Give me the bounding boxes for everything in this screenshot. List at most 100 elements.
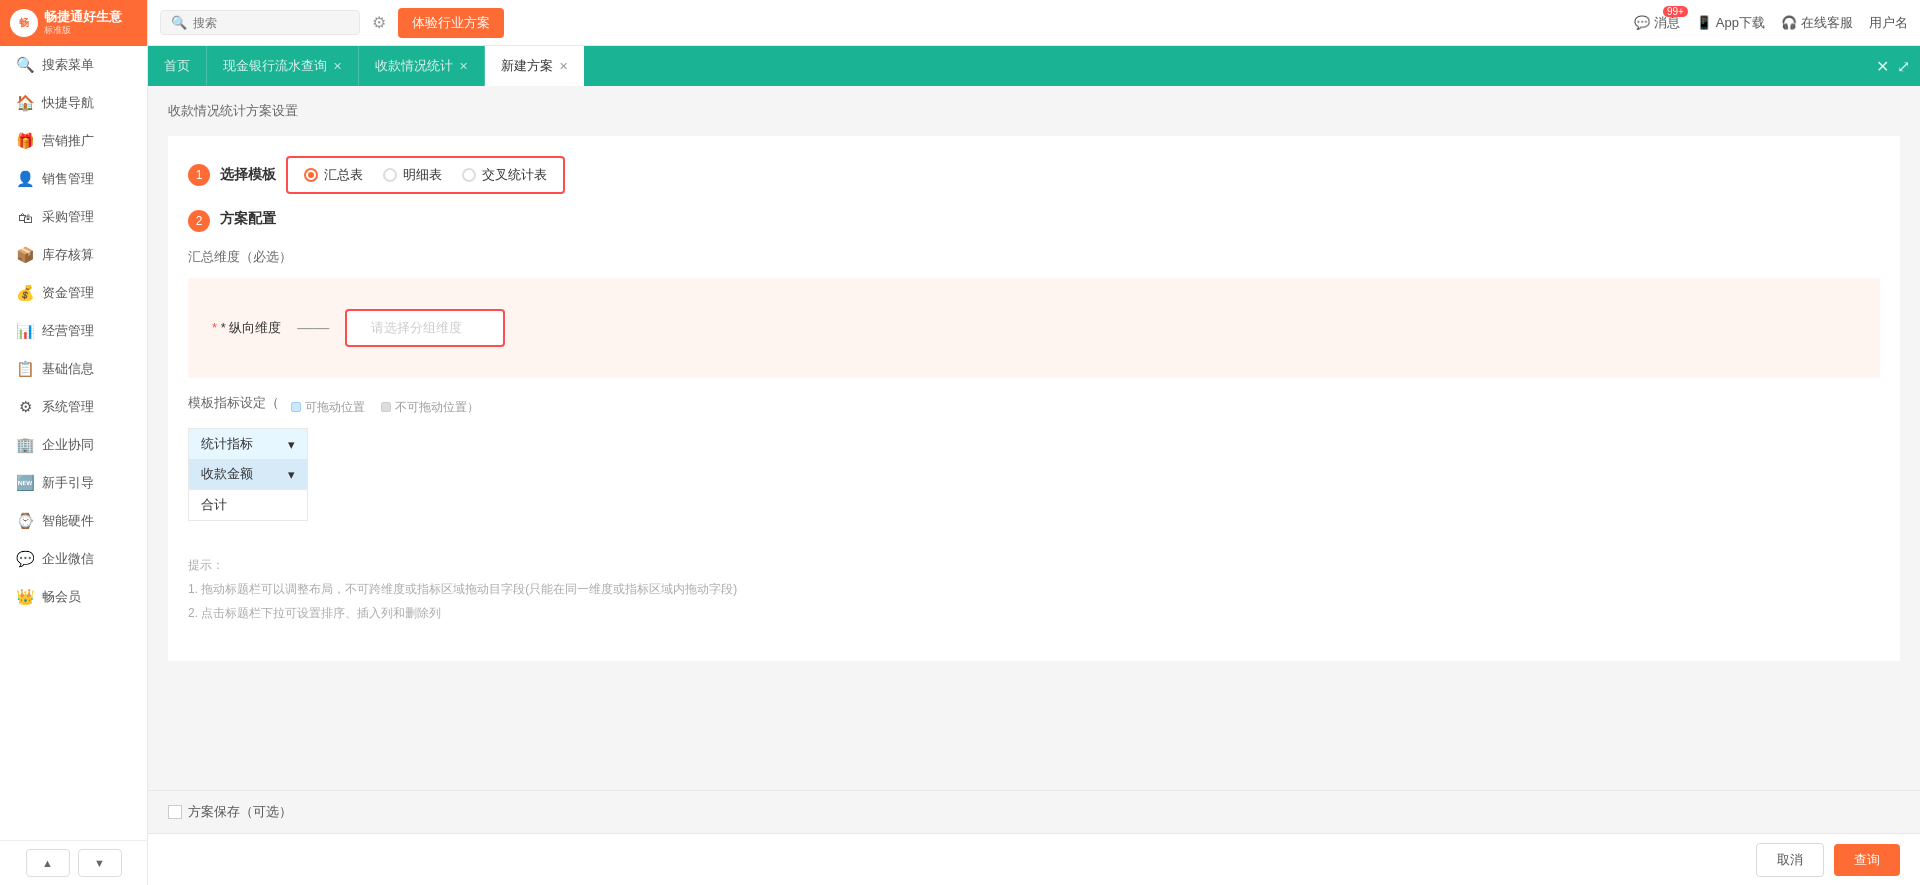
save-checkbox-box[interactable] [168,805,182,819]
tabs-actions: ✕ ⤢ [1866,46,1920,86]
sidebar-item-wechat[interactable]: 💬 企业微信 [0,540,147,578]
sidebar-item-system[interactable]: ⚙ 系统管理 [0,388,147,426]
search-input[interactable] [193,16,333,30]
column-dropdown-icon: ▾ [288,437,295,452]
logo-name: 畅捷通好生意 [44,9,122,25]
service-label: 在线客服 [1801,14,1853,32]
topbar-search-box[interactable]: 🔍 [160,10,360,35]
sidebar-item-marketing[interactable]: 🎁 营销推广 [0,122,147,160]
legend-fixed: 不可拖动位置） [381,399,479,416]
step2-row: 2 方案配置 [188,210,1880,232]
radio-summary[interactable]: 汇总表 [304,166,363,184]
download-icon: 📱 [1696,15,1712,30]
radio-detail[interactable]: 明细表 [383,166,442,184]
sidebar-label-inventory: 库存核算 [42,246,94,264]
metrics-table: 统计指标 ▾ 收款金额 ▾ 合计 [188,428,308,521]
search-icon: 🔍 [171,15,187,30]
service-button[interactable]: 🎧 在线客服 [1781,14,1853,32]
legend-draggable: 可拖动位置 [291,399,365,416]
inventory-icon: 📦 [16,246,34,264]
sidebar-bottom-btn1[interactable]: ▲ [26,849,70,877]
draggable-dot [291,402,301,412]
sidebar-item-guide[interactable]: 🆕 新手引导 [0,464,147,502]
tab-new-scheme-close[interactable]: ✕ [559,60,568,73]
metrics-row-header[interactable]: 收款金额 ▾ [189,459,307,489]
tab-close-window-icon[interactable]: ✕ [1876,57,1889,76]
sidebar-item-sales[interactable]: 👤 销售管理 [0,160,147,198]
sidebar-label-search-menu: 搜索菜单 [42,56,94,74]
service-icon: 🎧 [1781,15,1797,30]
bottom-area: 方案保存（可选） [148,790,1920,833]
download-button[interactable]: 📱 App下载 [1696,14,1765,32]
download-label: App下载 [1716,14,1765,32]
radio-detail-label: 明细表 [403,166,442,184]
sidebar-label-sales: 销售管理 [42,170,94,188]
sidebar-item-finance[interactable]: 💰 资金管理 [0,274,147,312]
sidebar-bottom: ▲ ▼ [0,840,147,885]
radio-cross[interactable]: 交叉统计表 [462,166,547,184]
dim-arrow: —— [297,319,329,337]
radio-cross-label: 交叉统计表 [482,166,547,184]
dim-required: * [212,320,217,335]
tab-home[interactable]: 首页 [148,46,207,86]
sidebar-item-quick-nav[interactable]: 🏠 快捷导航 [0,84,147,122]
sidebar-label-purchase: 采购管理 [42,208,94,226]
tab-bank[interactable]: 现金银行流水查询 ✕ [207,46,359,86]
sidebar-bottom-btn2[interactable]: ▼ [78,849,122,877]
member-icon: 👑 [16,588,34,606]
tab-bank-close[interactable]: ✕ [333,60,342,73]
system-icon: ⚙ [16,398,34,416]
message-badge: 99+ [1663,6,1688,17]
legend-draggable-label: 可拖动位置 [305,399,365,416]
sidebar-item-purchase[interactable]: 🛍 采购管理 [0,198,147,236]
operations-icon: 📊 [16,322,34,340]
sidebar-item-hardware[interactable]: ⌚ 智能硬件 [0,502,147,540]
tabs-bar: 首页 现金银行流水查询 ✕ 收款情况统计 ✕ 新建方案 ✕ ✕ ⤢ [148,46,1920,86]
user-button[interactable]: 用户名 [1869,14,1908,32]
sidebar-item-inventory[interactable]: 📦 库存核算 [0,236,147,274]
trial-button[interactable]: 体验行业方案 [398,8,504,38]
save-scheme-checkbox[interactable]: 方案保存（可选） [168,803,292,821]
subtotal-label: 合计 [201,497,227,512]
dimension-select[interactable]: 请选择分组维度 [345,309,505,347]
sidebar-label-wechat: 企业微信 [42,550,94,568]
sidebar-label-marketing: 营销推广 [42,132,94,150]
guide-icon: 🆕 [16,474,34,492]
metrics-column-header[interactable]: 统计指标 ▾ [189,429,307,459]
section-template: 1 选择模板 汇总表 明细表 [168,136,1900,661]
settings-icon[interactable]: ⚙ [372,13,386,32]
cancel-button[interactable]: 取消 [1756,843,1824,877]
logo-icon: 畅 [10,9,38,37]
hardware-icon: ⌚ [16,512,34,530]
metrics-header: 模板指标设定（ 可拖动位置 不可拖动位置） [188,394,1880,420]
sidebar-item-operations[interactable]: 📊 经营管理 [0,312,147,350]
tab-maximize-icon[interactable]: ⤢ [1897,57,1910,76]
footer-bar: 取消 查询 [148,833,1920,885]
tab-new-scheme[interactable]: 新建方案 ✕ [485,46,584,86]
tab-receipt-stats-close[interactable]: ✕ [459,60,468,73]
metrics-legend: 可拖动位置 不可拖动位置） [291,399,479,416]
tips-section: 提示： 1. 拖动标题栏可以调整布局，不可跨维度或指标区域拖动目字段(只能在同一… [188,537,1880,641]
metrics-column-label: 统计指标 [201,435,253,453]
template-select-box: 汇总表 明细表 交叉统计表 [286,156,565,194]
tab-bank-label: 现金银行流水查询 [223,57,327,75]
message-button[interactable]: 💬 消息 99+ [1634,14,1680,32]
quick-nav-icon: 🏠 [16,94,34,112]
sidebar-item-search-menu[interactable]: 🔍 搜索菜单 [0,46,147,84]
tab-receipt-stats[interactable]: 收款情况统计 ✕ [359,46,485,86]
sidebar-item-base-info[interactable]: 📋 基础信息 [0,350,147,388]
content-wrapper: 收款情况统计方案设置 1 选择模板 汇总表 [148,86,1920,885]
sidebar-label-enterprise: 企业协同 [42,436,94,454]
sidebar-item-enterprise[interactable]: 🏢 企业协同 [0,426,147,464]
topbar: 🔍 ⚙ 体验行业方案 💬 消息 99+ 📱 App下载 🎧 在线客服 用户名 [148,0,1920,46]
sidebar-item-member[interactable]: 👑 畅会员 [0,578,147,616]
row-dimension-label: * * 纵向维度 [212,319,281,337]
marketing-icon: 🎁 [16,132,34,150]
query-button[interactable]: 查询 [1834,844,1900,876]
user-label: 用户名 [1869,15,1908,30]
sidebar-label-member: 畅会员 [42,588,81,606]
metrics-row-label: 收款金额 [201,465,253,483]
metrics-section: 模板指标设定（ 可拖动位置 不可拖动位置） [188,394,1880,537]
finance-icon: 💰 [16,284,34,302]
radio-detail-circle [383,168,397,182]
